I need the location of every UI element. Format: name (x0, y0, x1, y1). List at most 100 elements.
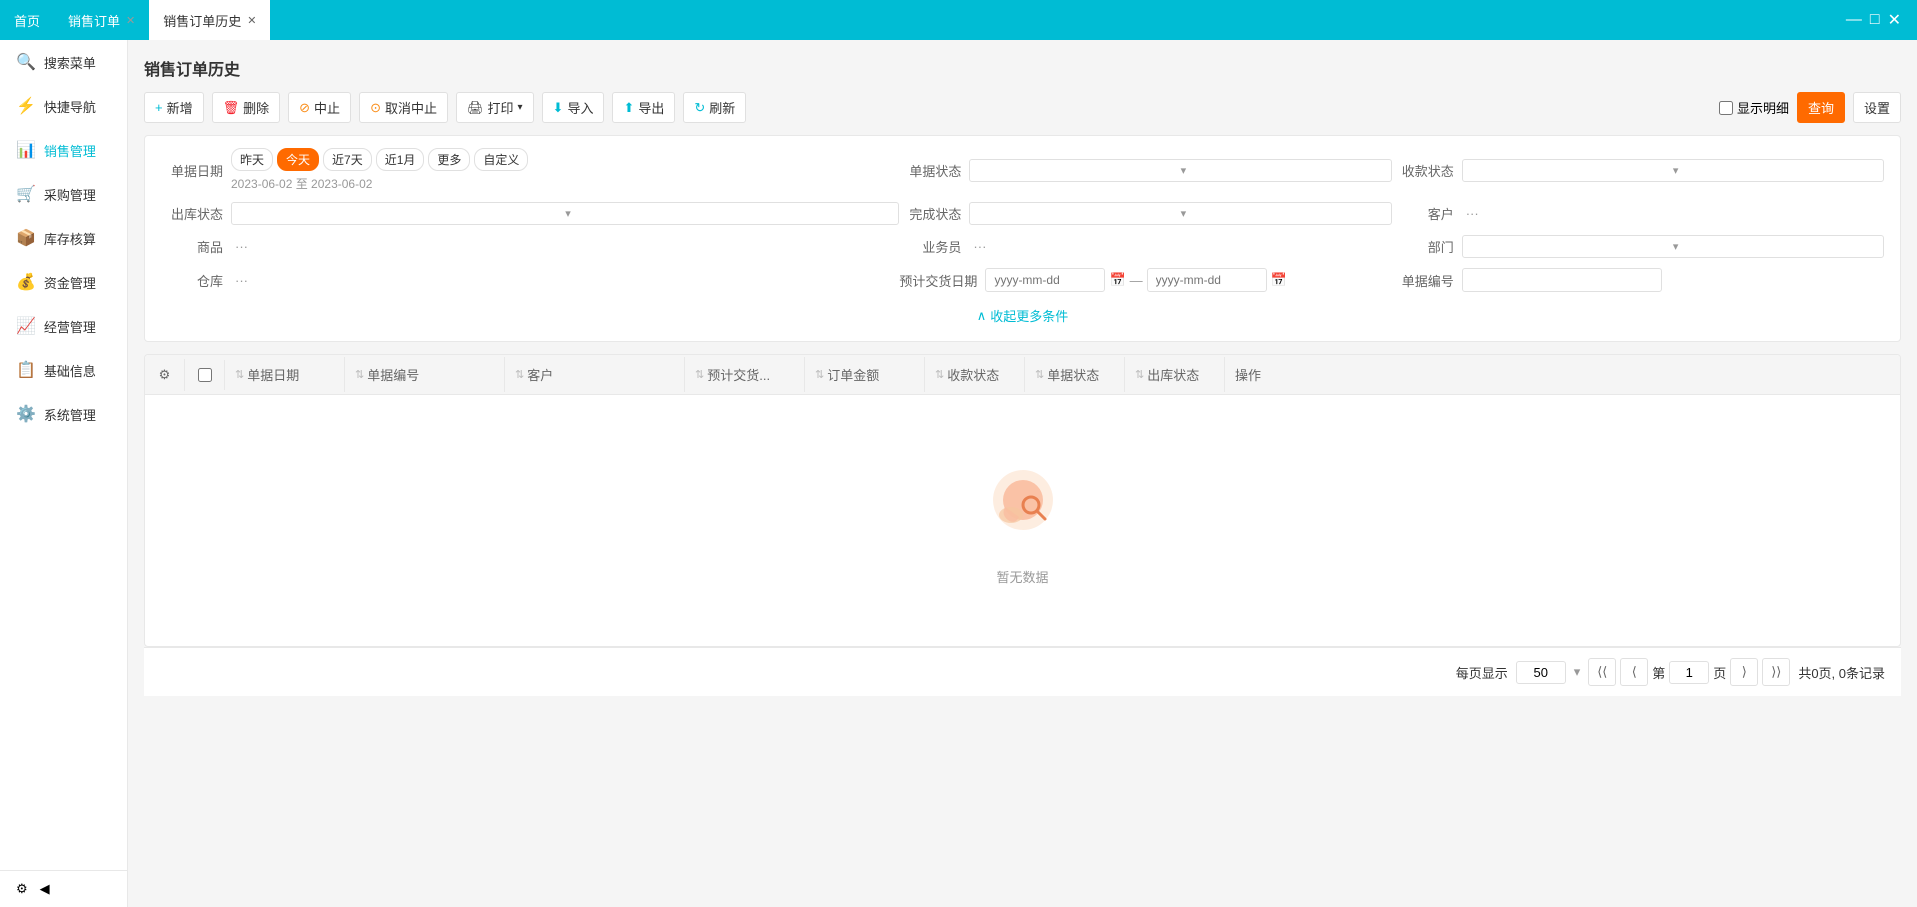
filter-panel: 单据日期 昨天 今天 近7天 近1月 更多 自定义 2023-06-02 至 2… (144, 135, 1901, 342)
th-warehouse-status[interactable]: ⇅ 出库状态 (1125, 357, 1225, 392)
sidebar-item-inventory[interactable]: 📦 库存核算 (0, 216, 127, 260)
export-button[interactable]: ⬆ 导出 (612, 92, 675, 123)
settings-gear-icon[interactable]: ⚙ (159, 367, 171, 383)
th-date[interactable]: ⇅ 单据日期 (225, 357, 345, 392)
current-page-input[interactable] (1669, 661, 1709, 684)
date-chip-more[interactable]: 更多 (428, 148, 470, 171)
th-settings[interactable]: ⚙ (145, 359, 185, 391)
collapse-row[interactable]: ∧ 收起更多条件 (161, 302, 1884, 329)
sidebar-settings-icon[interactable]: ⚙ (16, 881, 28, 897)
delete-button[interactable]: 🗑 删除 (212, 92, 281, 123)
th-amount[interactable]: ⇅ 订单金额 (805, 357, 925, 392)
basic-info-icon: 📋 (16, 360, 36, 380)
table-header: ⚙ ⇅ 单据日期 ⇅ 单据编号 ⇅ 客户 ⇅ (145, 355, 1900, 395)
pay-status-arrow-icon: ▾ (1673, 164, 1875, 177)
th-num-sort-icon: ⇅ (355, 368, 364, 381)
customer-dots-btn[interactable]: ··· (1462, 206, 1483, 221)
collapse-up-icon: ∧ (977, 308, 987, 324)
new-button[interactable]: + 新增 (144, 92, 204, 123)
date-chip-yesterday[interactable]: 昨天 (231, 148, 273, 171)
th-delivery[interactable]: ⇅ 预计交货... (685, 357, 805, 392)
capital-mgmt-icon: 💰 (16, 272, 36, 292)
th-date-label: 单据日期 (247, 365, 299, 384)
maximize-btn[interactable]: □ (1870, 11, 1880, 29)
per-page-input[interactable] (1516, 661, 1566, 684)
tab-home-label: 首页 (14, 11, 40, 30)
th-date-sort-icon: ⇅ (235, 368, 244, 381)
sidebar-item-capital-mgmt[interactable]: 💰 资金管理 (0, 260, 127, 304)
cancel-stop-button[interactable]: ⊙ 取消中止 (359, 92, 448, 123)
order-status-select[interactable]: ▾ (969, 159, 1391, 182)
warehouse-dots-btn[interactable]: ··· (231, 273, 252, 288)
sidebar-item-purchase-mgmt[interactable]: 🛒 采购管理 (0, 172, 127, 216)
department-label: 部门 (1392, 237, 1462, 256)
sidebar-item-system-mgmt[interactable]: ⚙️ 系统管理 (0, 392, 127, 436)
sidebar-item-quick-nav[interactable]: ⚡ 快捷导航 (0, 84, 127, 128)
delivery-date-cal1-icon[interactable]: 📅 (1109, 272, 1125, 288)
warehouse-label: 仓库 (161, 271, 231, 290)
date-range-text: 2023-06-02 至 2023-06-02 (231, 175, 899, 192)
complete-status-label: 完成状态 (899, 204, 969, 223)
sidebar-item-sales-mgmt[interactable]: 📊 销售管理 (0, 128, 127, 172)
sidebar-item-inventory-label: 库存核算 (44, 229, 96, 248)
delivery-date-label: 预计交货日期 (899, 271, 985, 290)
sidebar-item-basic-info[interactable]: 📋 基础信息 (0, 348, 127, 392)
product-dots-btn[interactable]: ··· (231, 239, 252, 254)
date-chip-7days[interactable]: 近7天 (323, 148, 372, 171)
department-select[interactable]: ▾ (1462, 235, 1884, 258)
per-page-dropdown-icon[interactable]: ▾ (1574, 664, 1581, 680)
th-delivery-sort-icon: ⇅ (695, 368, 704, 381)
settings-button[interactable]: 设置 (1853, 92, 1901, 123)
sidebar-collapse-icon[interactable]: ◀ (40, 881, 50, 897)
date-chip-today[interactable]: 今天 (277, 148, 319, 171)
first-page-btn[interactable]: ⟨⟨ (1588, 658, 1616, 686)
pagination-bar: 每页显示 ▾ ⟨⟨ ⟨ 第 页 ⟩ ⟩⟩ 共0页, 0条记录 (144, 647, 1901, 696)
date-chip-1month[interactable]: 近1月 (376, 148, 425, 171)
th-num[interactable]: ⇅ 单据编号 (345, 357, 505, 392)
close-btn[interactable]: ✕ (1888, 10, 1901, 30)
stop-button[interactable]: ⊘ 中止 (288, 92, 351, 123)
sidebar-item-operation-mgmt[interactable]: 📈 经营管理 (0, 304, 127, 348)
sidebar-item-purchase-mgmt-label: 采购管理 (44, 185, 96, 204)
complete-status-select[interactable]: ▾ (969, 202, 1391, 225)
out-status-select[interactable]: ▾ (231, 202, 899, 225)
print-button[interactable]: 🖨 打印 ▾ (456, 92, 534, 123)
delete-icon: 🗑 (223, 100, 240, 116)
sidebar-item-operation-mgmt-label: 经营管理 (44, 317, 96, 336)
tab-sales-order-history-close[interactable]: ✕ (247, 14, 256, 27)
sidebar-item-search-menu[interactable]: 🔍 搜索菜单 (0, 40, 127, 84)
tab-sales-order-close[interactable]: ✕ (126, 14, 135, 27)
pay-status-select[interactable]: ▾ (1462, 159, 1884, 182)
date-filter-label: 单据日期 (161, 161, 231, 180)
th-pay-status-label: 收款状态 (947, 365, 999, 384)
th-customer[interactable]: ⇅ 客户 (505, 357, 685, 392)
sales-person-dots-btn[interactable]: ··· (969, 239, 990, 254)
tab-home[interactable]: 首页 (0, 0, 54, 40)
display-detail-checkbox[interactable]: 显示明细 (1719, 98, 1789, 117)
tab-sales-order[interactable]: 销售订单 ✕ (54, 0, 149, 40)
display-detail-input[interactable] (1719, 101, 1733, 115)
th-customer-label: 客户 (527, 365, 553, 384)
th-pay-status[interactable]: ⇅ 收款状态 (925, 357, 1025, 392)
refresh-button[interactable]: ↻ 刷新 (683, 92, 746, 123)
select-all-checkbox[interactable] (198, 368, 212, 382)
delivery-date-end[interactable] (1147, 268, 1267, 292)
department-control: ▾ (1462, 235, 1884, 258)
last-page-btn[interactable]: ⟩⟩ (1762, 658, 1790, 686)
query-button[interactable]: 查询 (1797, 92, 1845, 123)
date-chip-custom[interactable]: 自定义 (474, 148, 528, 171)
filter-group-delivery-date: 预计交货日期 📅 — 📅 (899, 268, 1391, 292)
tab-sales-order-history[interactable]: 销售订单历史 ✕ (149, 0, 270, 40)
delivery-date-cal2-icon[interactable]: 📅 (1271, 272, 1287, 288)
prev-page-btn[interactable]: ⟨ (1620, 658, 1648, 686)
filter-row-4: 仓库 ··· 预计交货日期 📅 — 📅 (161, 268, 1884, 292)
order-num-input[interactable] (1462, 268, 1662, 292)
th-order-status[interactable]: ⇅ 单据状态 (1025, 357, 1125, 392)
minimize-btn[interactable]: — (1846, 11, 1862, 29)
sidebar-item-quick-nav-label: 快捷导航 (44, 97, 96, 116)
display-detail-label: 显示明细 (1737, 98, 1789, 117)
sidebar-item-system-mgmt-label: 系统管理 (44, 405, 96, 424)
next-page-btn[interactable]: ⟩ (1730, 658, 1758, 686)
import-button[interactable]: ⬇ 导入 (542, 92, 605, 123)
delivery-date-start[interactable] (985, 268, 1105, 292)
